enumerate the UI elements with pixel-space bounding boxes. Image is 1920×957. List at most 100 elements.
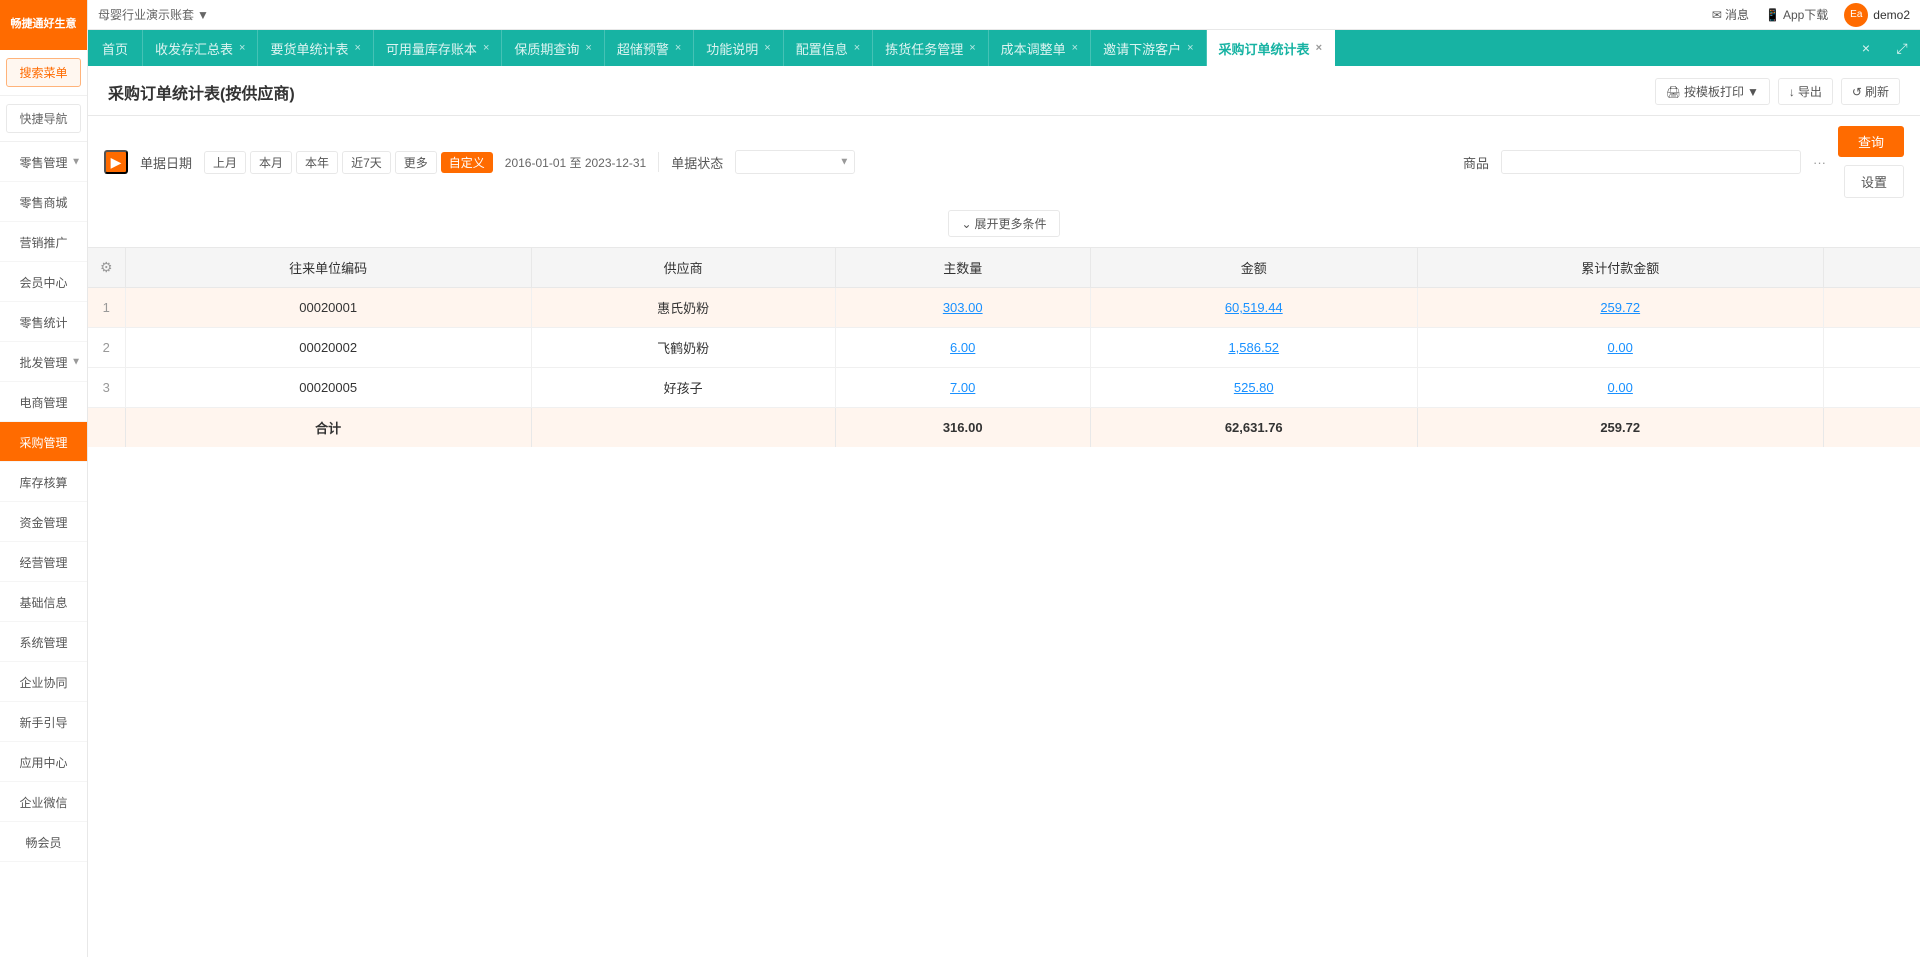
sidebar-item-new-guide[interactable]: 新手引导 xyxy=(0,702,87,742)
close-tab-icon[interactable]: × xyxy=(239,42,245,54)
sidebar-item-app-center[interactable]: 应用中心 xyxy=(0,742,87,782)
sidebar-item-retail-store[interactable]: 零售商城 xyxy=(0,182,87,222)
row-amount[interactable]: 525.80 xyxy=(1090,368,1417,408)
goods-input[interactable] xyxy=(1501,150,1801,174)
table-row[interactable]: 3 00020005 好孩子 7.00 525.80 0.00 xyxy=(88,368,1920,408)
sidebar-item-basic-info[interactable]: 基础信息 xyxy=(0,582,87,622)
sidebar-item-corp-collab[interactable]: 企业协同 xyxy=(0,662,87,702)
close-tab-icon[interactable]: × xyxy=(764,42,770,54)
filter-divider xyxy=(658,152,659,172)
tab-label: 要货单统计表 xyxy=(270,39,348,58)
column-settings-icon[interactable]: ⚙ xyxy=(100,259,113,275)
status-label: 单据状态 xyxy=(671,153,723,172)
page-title: 采购订单统计表(按供应商) xyxy=(108,80,295,104)
tab-home[interactable]: 首页 xyxy=(88,30,143,66)
close-tab-icon[interactable]: × xyxy=(1072,42,1078,54)
more-goods-icon[interactable]: ··· xyxy=(1813,155,1826,170)
row-paid[interactable]: 0.00 xyxy=(1417,368,1823,408)
print-icon: 🖨 xyxy=(1666,85,1681,99)
close-tab-icon[interactable]: × xyxy=(969,42,975,54)
sidebar-item-retail-mgmt[interactable]: 零售管理 ▼ xyxy=(0,142,87,182)
row-paid[interactable]: 259.72 xyxy=(1417,288,1823,328)
date-btn-7days[interactable]: 近7天 xyxy=(342,151,391,174)
refresh-icon: ↺ xyxy=(1852,85,1862,99)
query-button[interactable]: 查询 xyxy=(1838,126,1904,157)
row-num: 3 xyxy=(88,368,125,408)
table-row[interactable]: 1 00020001 惠氏奶粉 303.00 60,519.44 259.72 xyxy=(88,288,1920,328)
row-code: 00020005 xyxy=(125,368,531,408)
tab-invite-downstream[interactable]: 邀请下游客户 × xyxy=(1091,30,1206,66)
close-tab-icon[interactable]: × xyxy=(854,42,860,54)
org-selector[interactable]: 母婴行业演示账套 ▼ xyxy=(98,6,209,23)
data-table: ⚙ 往来单位编码 供应商 主数量 金额 累计付款金额 1 00020001 惠氏… xyxy=(88,248,1920,447)
sidebar-item-corp-wechat[interactable]: 企业微信 xyxy=(0,782,87,822)
date-btn-this-year[interactable]: 本年 xyxy=(296,151,338,174)
row-paid[interactable]: 0.00 xyxy=(1417,328,1823,368)
tab-label: 超储预警 xyxy=(617,39,669,58)
row-qty[interactable]: 6.00 xyxy=(835,328,1090,368)
quick-nav-button[interactable]: 快捷导航 xyxy=(6,104,81,133)
row-qty[interactable]: 7.00 xyxy=(835,368,1090,408)
expand-more-button[interactable]: ⌄ 展开更多条件 xyxy=(948,210,1059,237)
close-tab-icon[interactable]: × xyxy=(483,42,489,54)
tab-receive-summary[interactable]: 收发存汇总表 × xyxy=(143,30,258,66)
date-btn-this-month[interactable]: 本月 xyxy=(250,151,292,174)
sidebar-item-wholesale-mgmt[interactable]: 批发管理 ▼ xyxy=(0,342,87,382)
close-tab-icon[interactable]: × xyxy=(585,42,591,54)
footer-empty1 xyxy=(88,408,125,448)
tab-function-desc[interactable]: 功能说明 × xyxy=(694,30,783,66)
close-tab-icon[interactable]: × xyxy=(1187,42,1193,54)
tab-label: 采购订单统计表 xyxy=(1219,39,1310,58)
search-menu-button[interactable]: 搜索菜单 xyxy=(6,58,81,87)
tab-config-info[interactable]: 配置信息 × xyxy=(784,30,873,66)
tab-order-stats[interactable]: 要货单统计表 × xyxy=(258,30,373,66)
print-button[interactable]: 🖨 按模板打印 ▼ xyxy=(1655,78,1770,105)
user-menu[interactable]: Ea demo2 xyxy=(1844,3,1910,27)
sidebar-item-vip-member[interactable]: 畅会员 xyxy=(0,822,87,862)
row-amount[interactable]: 1,586.52 xyxy=(1090,328,1417,368)
close-all-tabs-button[interactable]: × xyxy=(1848,30,1884,66)
sidebar-item-purchase-mgmt[interactable]: 采购管理 xyxy=(0,422,87,462)
row-supplier: 飞鹤奶粉 xyxy=(531,328,835,368)
quick-nav-section: 快捷导航 xyxy=(0,96,87,142)
sidebar-item-member-center[interactable]: 会员中心 xyxy=(0,262,87,302)
tab-cost-adjust[interactable]: 成本调整单 × xyxy=(989,30,1091,66)
tab-overstock-warning[interactable]: 超储预警 × xyxy=(605,30,694,66)
footer-row: 合计 316.00 62,631.76 259.72 xyxy=(88,408,1920,448)
refresh-button[interactable]: ↺ 刷新 xyxy=(1841,78,1900,105)
settings-button[interactable]: 设置 xyxy=(1844,165,1904,198)
footer-paid: 259.72 xyxy=(1417,408,1823,448)
tab-pick-task[interactable]: 拣货任务管理 × xyxy=(873,30,988,66)
sidebar-item-retail-stats[interactable]: 零售统计 xyxy=(0,302,87,342)
sidebar-item-ecommerce[interactable]: 电商管理 xyxy=(0,382,87,422)
tab-label: 保质期查询 xyxy=(514,39,579,58)
export-button[interactable]: ↓ 导出 xyxy=(1778,78,1833,105)
close-tab-icon[interactable]: × xyxy=(675,42,681,54)
sidebar-item-finance-mgmt[interactable]: 资金管理 xyxy=(0,502,87,542)
chevron-down-icon: ▼ xyxy=(71,156,81,167)
status-select[interactable] xyxy=(735,150,855,174)
date-btn-last-month[interactable]: 上月 xyxy=(204,151,246,174)
filter-toggle-button[interactable]: ▶ xyxy=(104,150,128,174)
tab-warranty-query[interactable]: 保质期查询 × xyxy=(502,30,604,66)
message-button[interactable]: ✉ 消息 xyxy=(1712,6,1749,23)
date-btn-more[interactable]: 更多 xyxy=(395,151,437,174)
sidebar-item-ops-mgmt[interactable]: 经营管理 xyxy=(0,542,87,582)
app-download-button[interactable]: 📱 App下载 xyxy=(1765,6,1828,23)
table-row[interactable]: 2 00020002 飞鹤奶粉 6.00 1,586.52 0.00 xyxy=(88,328,1920,368)
chevron-down-icon: ⌄ xyxy=(961,217,971,231)
sidebar-item-marketing[interactable]: 营销推广 xyxy=(0,222,87,262)
sidebar-item-system-mgmt[interactable]: 系统管理 xyxy=(0,622,87,662)
close-tab-icon[interactable]: × xyxy=(354,42,360,54)
sidebar-item-inventory-check[interactable]: 库存核算 xyxy=(0,462,87,502)
expand-tabs-button[interactable]: ⤢ xyxy=(1884,30,1920,66)
date-range-text: 2016-01-01 至 2023-12-31 xyxy=(505,154,646,171)
row-amount[interactable]: 60,519.44 xyxy=(1090,288,1417,328)
tab-available-stock[interactable]: 可用量库存账本 × xyxy=(374,30,502,66)
tab-purchase-stats[interactable]: 采购订单统计表 × xyxy=(1207,30,1335,66)
logo-text: 畅捷通好生意 xyxy=(11,18,77,31)
close-tab-icon[interactable]: × xyxy=(1316,42,1322,54)
row-qty[interactable]: 303.00 xyxy=(835,288,1090,328)
row-code: 00020002 xyxy=(125,328,531,368)
row-extra xyxy=(1823,328,1920,368)
